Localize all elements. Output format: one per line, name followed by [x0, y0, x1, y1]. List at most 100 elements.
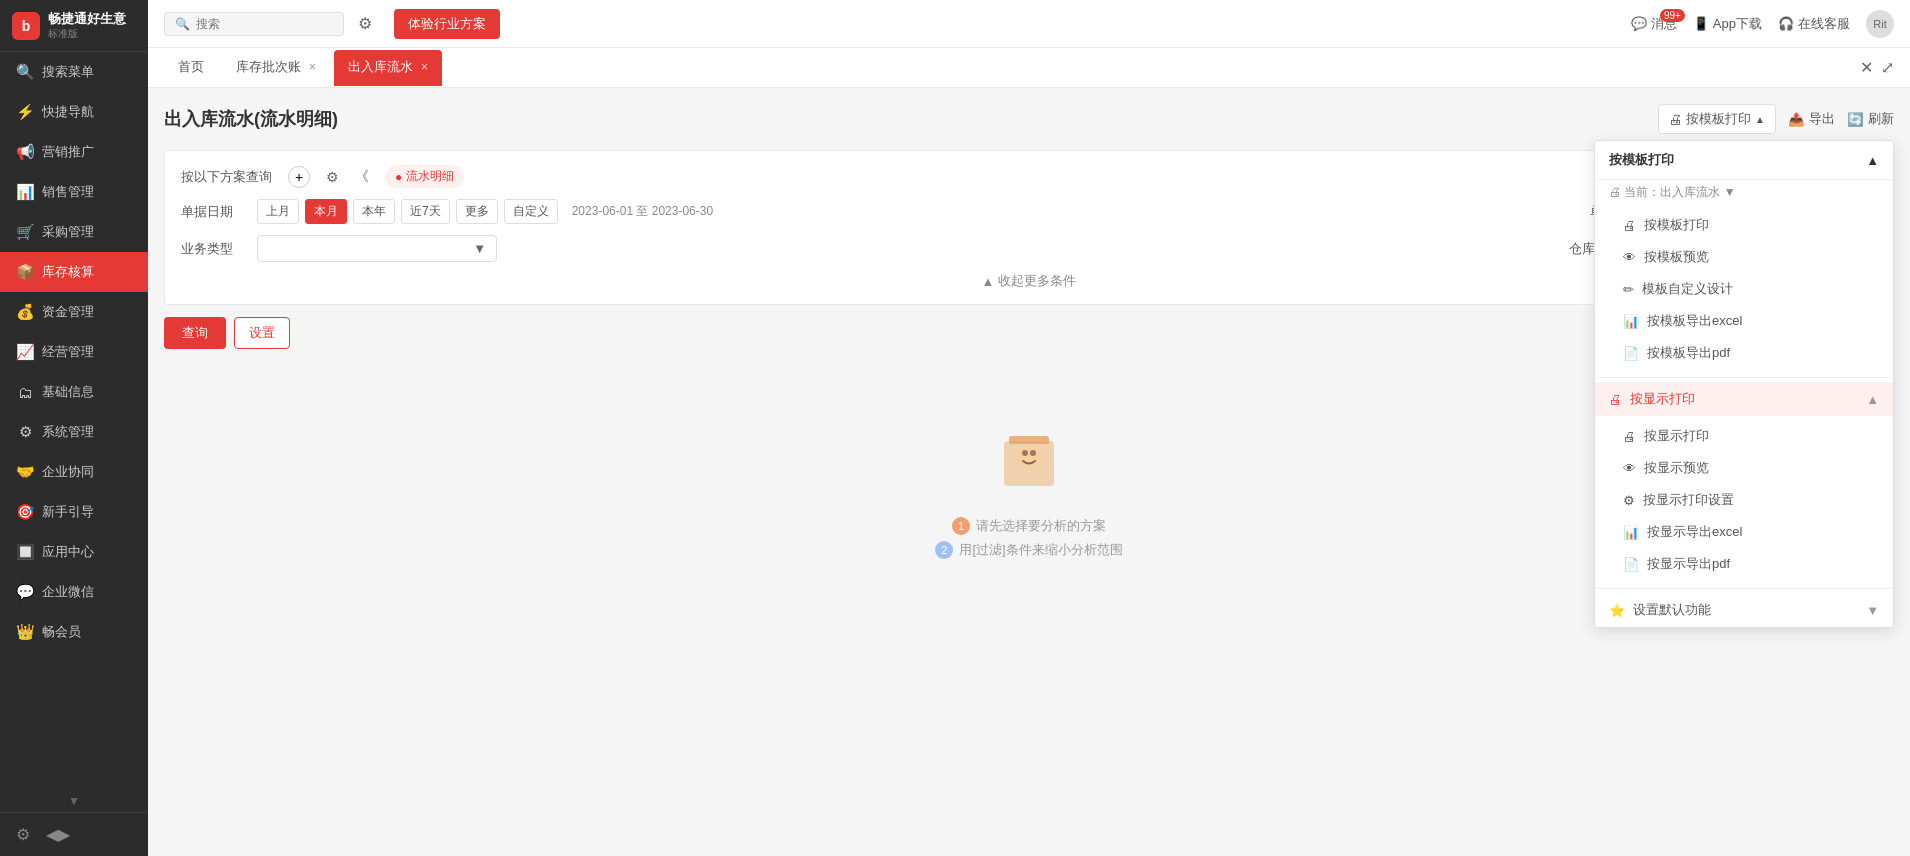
template-pdf-item[interactable]: 📄 按模板导出pdf — [1595, 337, 1893, 369]
app-download-button[interactable]: 📱 App下载 — [1693, 15, 1762, 33]
default-func-expand-icon: ▼ — [1866, 603, 1879, 618]
sidebar-item-appcenter[interactable]: 🔲 应用中心 — [0, 532, 148, 572]
sidebar-item-shortcut[interactable]: ⚡ 快捷导航 — [0, 92, 148, 132]
query-button[interactable]: 查询 — [164, 317, 226, 349]
tag-label: 流水明细 — [406, 168, 454, 185]
sidebar-item-cooperation[interactable]: 🤝 企业协同 — [0, 452, 148, 492]
sidebar-item-sales[interactable]: 📊 销售管理 — [0, 172, 148, 212]
sidebar-item-guide[interactable]: 🎯 新手引导 — [0, 492, 148, 532]
template-print-item[interactable]: 🖨 按模板打印 — [1595, 209, 1893, 241]
display-printer-icon: 🖨 — [1623, 429, 1636, 444]
user-avatar[interactable]: Rit — [1866, 10, 1894, 38]
sidebar-item-wecom[interactable]: 💬 企业微信 — [0, 572, 148, 612]
sidebar-item-label: 畅会员 — [42, 623, 81, 641]
header-gear-button[interactable]: ⚙ — [354, 10, 376, 37]
scheme-tag[interactable]: ● 流水明细 — [385, 165, 464, 188]
display-print-section-header[interactable]: 🖨 按显示打印 ▲ — [1595, 382, 1893, 416]
tab-bar-expand-icon[interactable]: ⤢ — [1881, 58, 1894, 77]
template-excel-item[interactable]: 📊 按模板导出excel — [1595, 305, 1893, 337]
date-custom[interactable]: 自定义 — [504, 199, 558, 224]
print-dropdown-panel: 按模板打印 ▲ 🖨 当前：出入库流水 ▼ 🖨 按模板打印 👁 按模板预览 — [1594, 140, 1894, 628]
sidebar-item-label: 销售管理 — [42, 183, 94, 201]
date-last-7days[interactable]: 近7天 — [401, 199, 450, 224]
display-preview-icon: 👁 — [1623, 461, 1636, 476]
refresh-btn-label: 刷新 — [1868, 110, 1894, 128]
sidebar-item-system[interactable]: ⚙ 系统管理 — [0, 412, 148, 452]
tab-bar-close-icon[interactable]: ✕ — [1860, 58, 1873, 77]
sidebar-item-label: 搜索菜单 — [42, 63, 94, 81]
collapse-left-button[interactable]: 《 — [355, 168, 369, 186]
avatar-text: Rit — [1873, 18, 1886, 30]
column-settings-button[interactable]: 设置 — [234, 317, 290, 349]
sidebar-item-operations[interactable]: 📈 经营管理 — [0, 332, 148, 372]
sidebar-item-label: 应用中心 — [42, 543, 94, 561]
template-preview-item[interactable]: 👁 按模板预览 — [1595, 241, 1893, 273]
collapse-sidebar-icon[interactable]: ◀▶ — [46, 825, 70, 844]
refresh-button[interactable]: 🔄 刷新 — [1847, 110, 1894, 128]
settings-footer-icon[interactable]: ⚙ — [16, 825, 30, 844]
export-btn-label: 导出 — [1809, 110, 1835, 128]
sidebar-item-label: 企业微信 — [42, 583, 94, 601]
hint-text-1: 请先选择要分析的方案 — [976, 517, 1106, 535]
date-more[interactable]: 更多 — [456, 199, 498, 224]
current-label-text: 当前：出入库流水 — [1624, 185, 1720, 199]
display-pdf-icon: 📄 — [1623, 557, 1639, 572]
message-icon: 💬 — [1631, 16, 1647, 31]
header-right-actions: 💬 消息 99+ 📱 App下载 🎧 在线客服 Rit — [1631, 10, 1894, 38]
sidebar-item-search[interactable]: 🔍 搜索菜单 — [0, 52, 148, 92]
dropdown-collapse-icon[interactable]: ▲ — [1866, 153, 1879, 168]
display-preview-item[interactable]: 👁 按显示预览 — [1595, 452, 1893, 484]
display-excel-item[interactable]: 📊 按显示导出excel — [1595, 516, 1893, 548]
date-options: 上月 本月 本年 近7天 更多 自定义 2023-06-01 至 2023-06… — [257, 199, 713, 224]
print-icon: 🖨 — [1669, 112, 1682, 127]
export-button[interactable]: 📤 导出 — [1788, 110, 1835, 128]
business-type-select[interactable]: ▼ — [257, 235, 497, 262]
date-last-month[interactable]: 上月 — [257, 199, 299, 224]
sidebar-item-purchase[interactable]: 🛒 采购管理 — [0, 212, 148, 252]
date-filter-label: 单据日期 — [181, 203, 241, 221]
business-type-label: 业务类型 — [181, 240, 241, 258]
tab-home[interactable]: 首页 — [164, 50, 218, 86]
online-service-button[interactable]: 🎧 在线客服 — [1778, 15, 1850, 33]
hint-number-1: 1 — [952, 517, 970, 535]
display-print-label: 按显示打印 — [1644, 427, 1709, 445]
tab-batch-close[interactable]: × — [309, 60, 316, 74]
date-current-year[interactable]: 本年 — [353, 199, 395, 224]
page-content: 出入库流水(流水明细) 🖨 按模板打印 ▲ 📤 导出 🔄 刷新 — [148, 88, 1910, 856]
scheme-settings-button[interactable]: ⚙ — [326, 169, 339, 185]
finance-icon: 💰 — [16, 303, 34, 321]
tab-flow-close[interactable]: × — [421, 60, 428, 74]
purchase-icon: 🛒 — [16, 223, 34, 241]
sidebar-scroll-down[interactable]: ▼ — [0, 790, 148, 812]
template-custom-item[interactable]: ✏ 模板自定义设计 — [1595, 273, 1893, 305]
display-settings-item[interactable]: ⚙ 按显示打印设置 — [1595, 484, 1893, 516]
sidebar-item-label: 新手引导 — [42, 503, 94, 521]
sidebar-item-marketing[interactable]: 📢 营销推广 — [0, 132, 148, 172]
refresh-icon: 🔄 — [1847, 112, 1864, 127]
sidebar-item-basic[interactable]: 🗂 基础信息 — [0, 372, 148, 412]
operations-icon: 📈 — [16, 343, 34, 361]
display-pdf-item[interactable]: 📄 按显示导出pdf — [1595, 548, 1893, 580]
date-current-month[interactable]: 本月 — [305, 199, 347, 224]
search-bar[interactable]: 🔍 — [164, 12, 344, 36]
default-func-item[interactable]: ⭐ 设置默认功能 ▼ — [1595, 593, 1893, 627]
print-template-button[interactable]: 🖨 按模板打印 ▲ — [1658, 104, 1776, 134]
sidebar-item-inventory[interactable]: 📦 库存核算 — [0, 252, 148, 292]
display-print-item[interactable]: 🖨 按显示打印 — [1595, 420, 1893, 452]
shortcut-icon: ⚡ — [16, 103, 34, 121]
add-scheme-button[interactable]: + — [288, 166, 310, 188]
page-title-actions: 🖨 按模板打印 ▲ 📤 导出 🔄 刷新 — [1658, 104, 1894, 134]
sidebar-item-member[interactable]: 👑 畅会员 — [0, 612, 148, 652]
tab-bar-right: ✕ ⤢ — [1860, 58, 1894, 77]
search-input[interactable] — [196, 17, 326, 31]
scroll-down-btn[interactable]: ▼ — [68, 794, 80, 808]
sidebar-item-finance[interactable]: 💰 资金管理 — [0, 292, 148, 332]
display-section-collapse-icon: ▲ — [1866, 392, 1879, 407]
tab-batch[interactable]: 库存批次账 × — [222, 50, 330, 86]
app-logo-text: 畅捷通好生意 标准版 — [48, 11, 126, 41]
tab-flow[interactable]: 出入库流水 × — [334, 50, 442, 86]
app-edition: 标准版 — [48, 27, 126, 40]
current-expand-icon: ▼ — [1724, 185, 1736, 199]
message-button[interactable]: 💬 消息 99+ — [1631, 15, 1677, 33]
industry-solution-button[interactable]: 体验行业方案 — [394, 9, 500, 39]
